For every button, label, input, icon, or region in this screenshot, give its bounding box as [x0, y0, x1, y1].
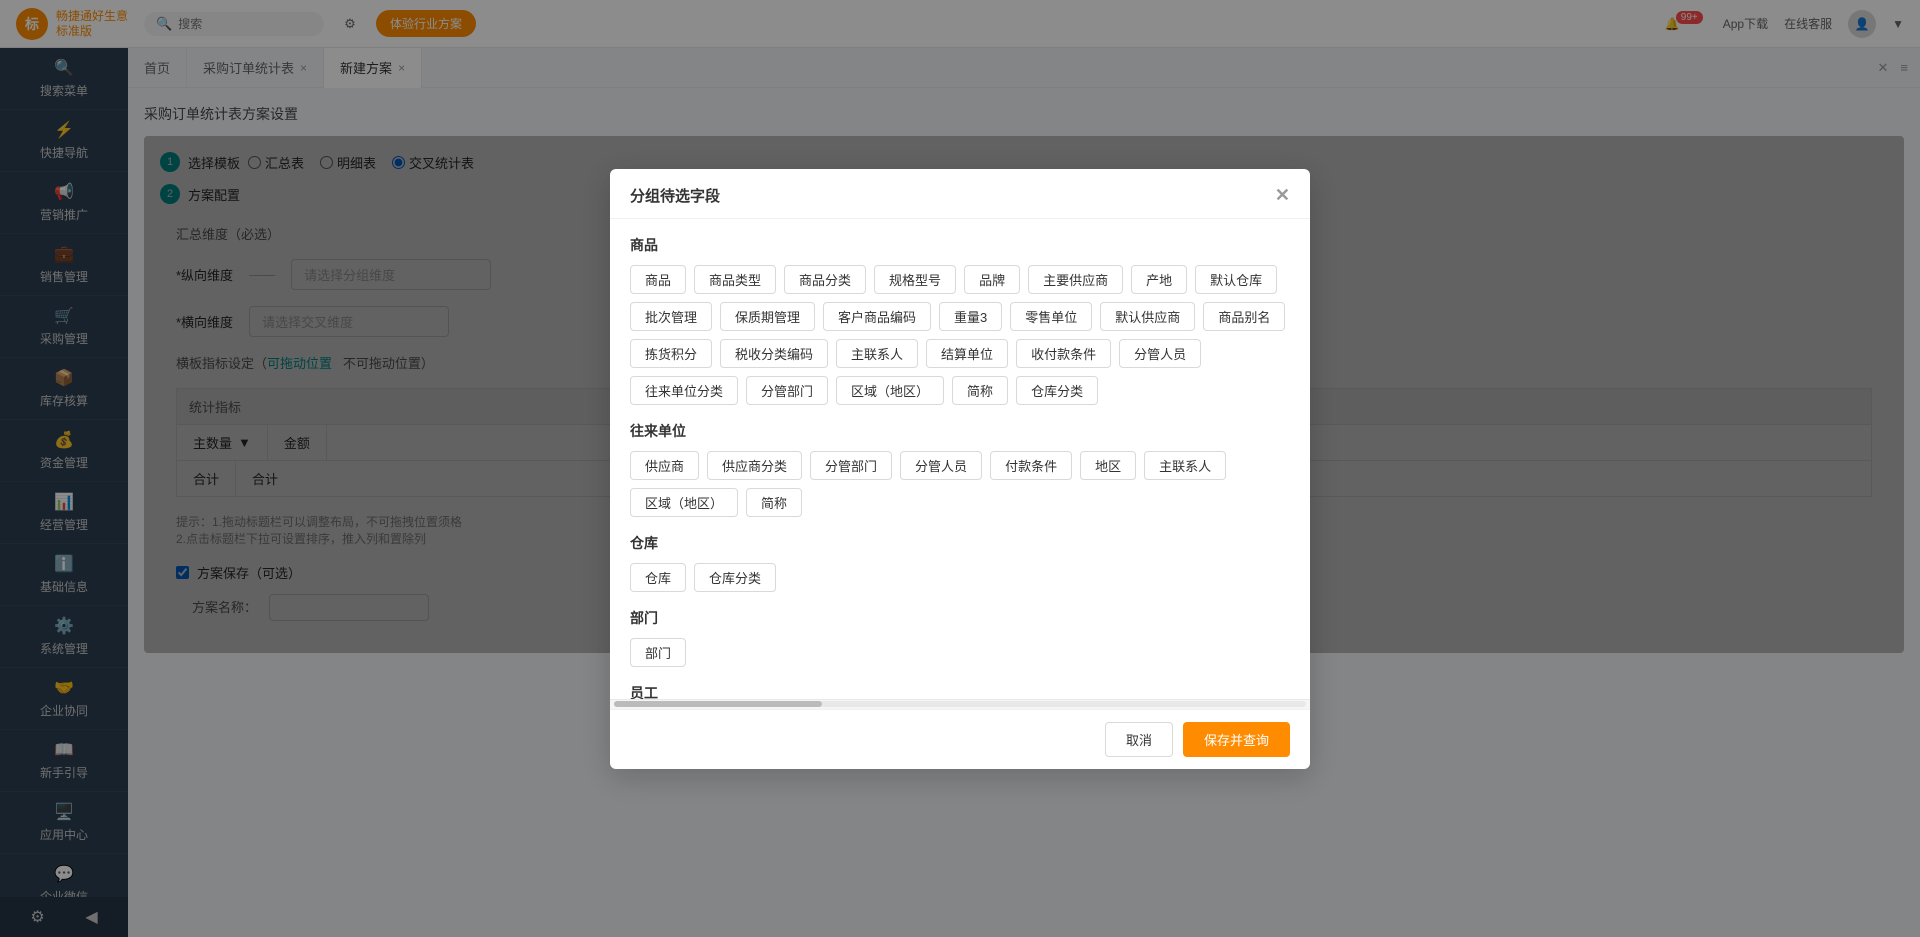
modal-title: 分组待选字段	[630, 185, 720, 206]
tag-0-7[interactable]: 默认仓库	[1195, 265, 1277, 294]
section-title-3: 部门	[630, 608, 1290, 628]
tag-1-3[interactable]: 分管人员	[900, 451, 982, 480]
modal-h-scrollbar[interactable]	[610, 699, 1310, 708]
tag-0-11[interactable]: 重量3	[939, 302, 1002, 331]
tag-1-0[interactable]: 供应商	[630, 451, 699, 480]
tag-0-12[interactable]: 零售单位	[1010, 302, 1092, 331]
section-title-1: 往来单位	[630, 421, 1290, 441]
tag-0-23[interactable]: 区域（地区）	[836, 376, 944, 405]
tag-0-3[interactable]: 规格型号	[874, 265, 956, 294]
tag-0-22[interactable]: 分管部门	[746, 376, 828, 405]
tag-0-18[interactable]: 结算单位	[926, 339, 1008, 368]
tag-0-6[interactable]: 产地	[1131, 265, 1187, 294]
tag-1-7[interactable]: 区域（地区）	[630, 488, 738, 517]
tag-2-0[interactable]: 仓库	[630, 563, 686, 592]
modal-overlay: 分组待选字段 ✕ 商品商品商品类型商品分类规格型号品牌主要供应商产地默认仓库批次…	[0, 0, 1920, 937]
tag-0-19[interactable]: 收付款条件	[1016, 339, 1111, 368]
section-tags-3: 部门	[630, 638, 1290, 667]
tag-0-0[interactable]: 商品	[630, 265, 686, 294]
field-select-modal: 分组待选字段 ✕ 商品商品商品类型商品分类规格型号品牌主要供应商产地默认仓库批次…	[610, 169, 1310, 769]
tag-0-20[interactable]: 分管人员	[1119, 339, 1201, 368]
tag-1-2[interactable]: 分管部门	[810, 451, 892, 480]
section-title-2: 仓库	[630, 533, 1290, 553]
modal-header: 分组待选字段 ✕	[610, 169, 1310, 219]
cancel-button[interactable]: 取消	[1105, 722, 1173, 757]
tag-3-0[interactable]: 部门	[630, 638, 686, 667]
tag-0-13[interactable]: 默认供应商	[1100, 302, 1195, 331]
tag-0-8[interactable]: 批次管理	[630, 302, 712, 331]
tag-1-1[interactable]: 供应商分类	[707, 451, 802, 480]
tag-0-15[interactable]: 拣货积分	[630, 339, 712, 368]
tag-0-25[interactable]: 仓库分类	[1016, 376, 1098, 405]
section-title-0: 商品	[630, 235, 1290, 255]
tag-1-5[interactable]: 地区	[1080, 451, 1136, 480]
section-title-4: 员工	[630, 683, 1290, 700]
section-tags-0: 商品商品类型商品分类规格型号品牌主要供应商产地默认仓库批次管理保质期管理客户商品…	[630, 265, 1290, 405]
section-tags-1: 供应商供应商分类分管部门分管人员付款条件地区主联系人区域（地区） 简称	[630, 451, 1290, 517]
tag-0-24[interactable]: 简称	[952, 376, 1008, 405]
tag-0-21[interactable]: 往来单位分类	[630, 376, 738, 405]
tag-0-17[interactable]: 主联系人	[836, 339, 918, 368]
tag-0-16[interactable]: 税收分类编码	[720, 339, 828, 368]
tag-0-10[interactable]: 客户商品编码	[823, 302, 931, 331]
tag-0-4[interactable]: 品牌	[964, 265, 1020, 294]
modal-footer: 取消 保存并查询	[610, 709, 1310, 769]
tag-1-8[interactable]: 简称	[746, 488, 802, 517]
tag-0-14[interactable]: 商品别名	[1203, 302, 1285, 331]
tag-1-6[interactable]: 主联系人	[1144, 451, 1226, 480]
section-tags-2: 仓库仓库分类	[630, 563, 1290, 592]
tag-0-5[interactable]: 主要供应商	[1028, 265, 1123, 294]
modal-close-icon[interactable]: ✕	[1275, 185, 1290, 206]
tag-2-1[interactable]: 仓库分类	[694, 563, 776, 592]
confirm-button[interactable]: 保存并查询	[1183, 722, 1290, 757]
tag-0-1[interactable]: 商品类型	[694, 265, 776, 294]
tag-1-4[interactable]: 付款条件	[990, 451, 1072, 480]
tag-0-2[interactable]: 商品分类	[784, 265, 866, 294]
modal-body[interactable]: 商品商品商品类型商品分类规格型号品牌主要供应商产地默认仓库批次管理保质期管理客户…	[610, 219, 1310, 700]
tag-0-9[interactable]: 保质期管理	[720, 302, 815, 331]
